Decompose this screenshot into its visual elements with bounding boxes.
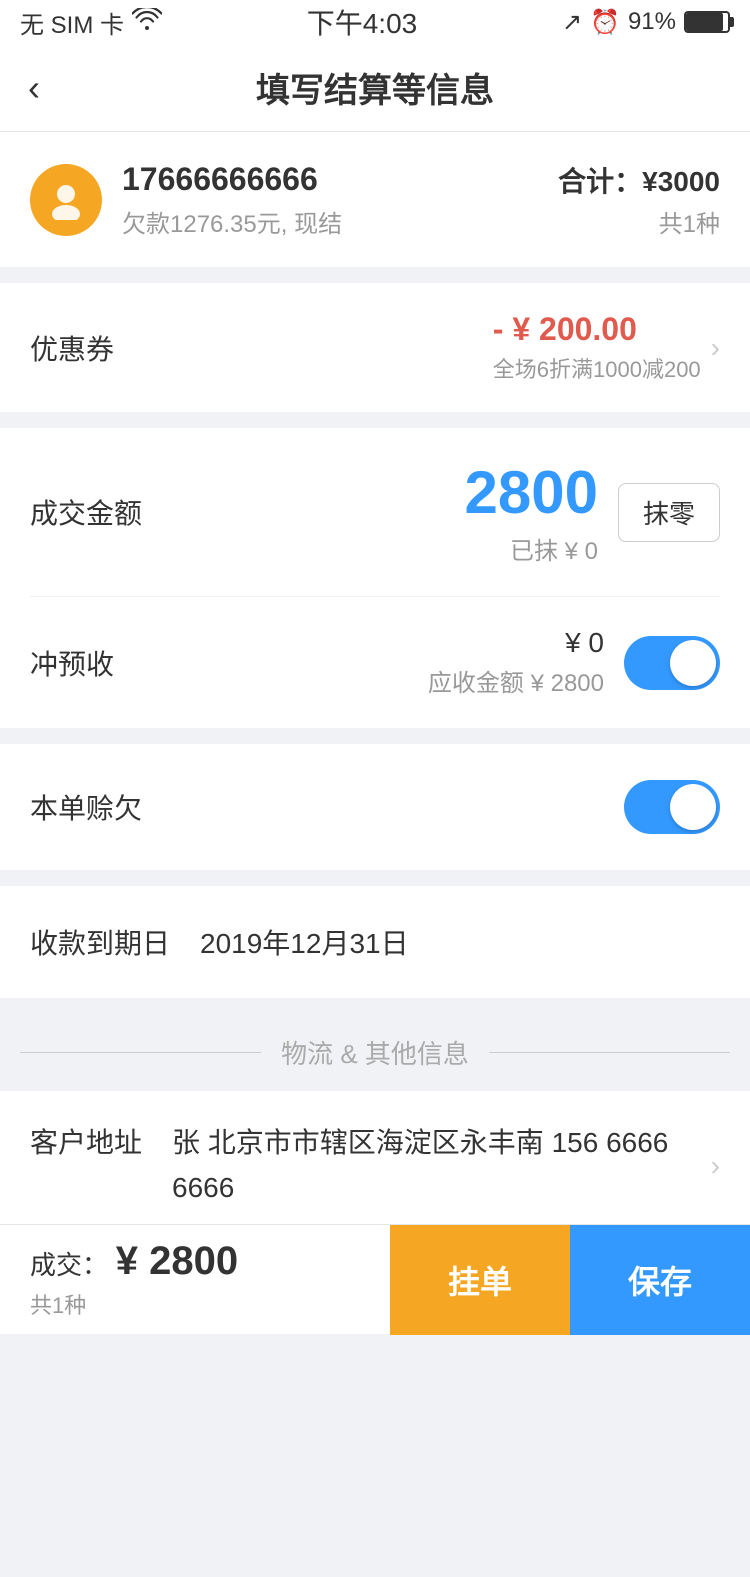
duedate-row: 收款到期日 2019年12月31日 <box>30 886 720 998</box>
content-area: 17666666666 欠款1276.35元, 现结 合计：¥3000 共1种 … <box>0 132 750 1577</box>
bottom-deal-amount: ¥ 2800 <box>116 1239 238 1283</box>
back-button[interactable]: ‹ <box>28 67 40 109</box>
battery-fill <box>686 13 723 31</box>
coupon-chevron-icon: › <box>711 332 720 364</box>
address-section: 客户地址 张 北京市市辖区海淀区永丰南 156 6666 6666 › <box>0 1091 750 1241</box>
customer-owe: 欠款1276.35元, 现结 <box>122 204 342 239</box>
avatar <box>30 164 102 236</box>
nav-bar: ‹ 填写结算等信息 <box>0 44 750 132</box>
debt-toggle-knob <box>670 784 716 830</box>
status-right: ↗ ⏰ 91% <box>562 8 730 37</box>
bottom-deal-row: 成交： ¥ 2800 <box>30 1239 360 1284</box>
transaction-label: 成交金额 <box>30 492 142 532</box>
customer-info: 17666666666 欠款1276.35元, 现结 <box>122 161 342 239</box>
coupon-right: - ¥ 200.00 全场6折满1000减200 › <box>493 311 720 384</box>
precollect-row: 冲预收 ¥ 0 应收金额 ¥ 2800 <box>30 597 720 728</box>
precollect-toggle[interactable] <box>624 636 720 690</box>
location-icon: ↗ <box>562 8 582 37</box>
debt-row: 本单赊欠 <box>30 744 720 870</box>
address-label: 客户地址 <box>30 1121 142 1161</box>
page-title: 填写结算等信息 <box>256 63 494 112</box>
precollect-sub-amount: 应收金额 ¥ 2800 <box>428 663 604 698</box>
coupon-discount: - ¥ 200.00 <box>493 311 701 348</box>
coupon-label: 优惠券 <box>30 328 114 368</box>
customer-card: 17666666666 欠款1276.35元, 现结 合计：¥3000 共1种 <box>0 132 750 267</box>
customer-phone: 17666666666 <box>122 161 342 198</box>
bottom-deal-label: 成交： <box>30 1250 108 1280</box>
alarm-icon: ⏰ <box>590 8 620 37</box>
bottom-bar: 成交： ¥ 2800 共1种 挂单 保存 <box>0 1224 750 1334</box>
divider-line-right <box>489 1052 730 1053</box>
precollect-right: ¥ 0 应收金额 ¥ 2800 <box>428 627 720 698</box>
transaction-amount-wrap: 2800 已抹 ¥ 0 <box>465 458 598 566</box>
save-button[interactable]: 保存 <box>570 1225 750 1335</box>
transaction-section: 成交金额 2800 已抹 ¥ 0 抹零 冲预收 ¥ 0 应收金额 ¥ 2800 <box>0 428 750 728</box>
customer-total: 合计：¥3000 共1种 <box>558 160 720 239</box>
logistics-divider: 物流 & 其他信息 <box>0 1014 750 1091</box>
total-count: 共1种 <box>558 204 720 239</box>
address-chevron-icon: › <box>711 1150 720 1182</box>
battery-bar <box>684 11 730 33</box>
bottom-count: 共1种 <box>30 1288 360 1320</box>
bottom-summary: 成交： ¥ 2800 共1种 <box>0 1239 390 1320</box>
debt-section: 本单赊欠 <box>0 744 750 870</box>
coupon-desc: 全场6折满1000减200 <box>493 352 701 384</box>
transaction-row: 成交金额 2800 已抹 ¥ 0 抹零 <box>30 428 720 597</box>
hold-button[interactable]: 挂单 <box>390 1225 570 1335</box>
status-left: 无 SIM 卡 <box>20 5 162 40</box>
debt-toggle[interactable] <box>624 780 720 834</box>
coupon-info: - ¥ 200.00 全场6折满1000减200 <box>493 311 701 384</box>
duedate-value: 2019年12月31日 <box>200 922 409 962</box>
precollect-amounts: ¥ 0 应收金额 ¥ 2800 <box>428 627 604 698</box>
total-amount: 合计：¥3000 <box>558 160 720 200</box>
duedate-label: 收款到期日 <box>30 922 170 962</box>
sim-label: 无 SIM 卡 <box>20 5 124 40</box>
round-button[interactable]: 抹零 <box>618 483 720 542</box>
address-row[interactable]: 客户地址 张 北京市市辖区海淀区永丰南 156 6666 6666 › <box>30 1091 720 1241</box>
toggle-knob <box>670 640 716 686</box>
precollect-label: 冲预收 <box>30 643 114 683</box>
status-bar: 无 SIM 卡 下午4:03 ↗ ⏰ 91% <box>0 0 750 44</box>
address-content: 张 北京市市辖区海淀区永丰南 156 6666 6666 <box>172 1121 711 1211</box>
customer-left: 17666666666 欠款1276.35元, 现结 <box>30 161 342 239</box>
duedate-section: 收款到期日 2019年12月31日 <box>0 886 750 998</box>
divider-line-left <box>20 1052 261 1053</box>
battery-percent: 91% <box>628 8 676 36</box>
wifi-icon <box>132 8 162 37</box>
debt-label: 本单赊欠 <box>30 787 142 827</box>
status-time: 下午4:03 <box>307 2 418 42</box>
divider-text: 物流 & 其他信息 <box>281 1034 469 1071</box>
coupon-row[interactable]: 优惠券 - ¥ 200.00 全场6折满1000减200 › <box>0 283 750 412</box>
transaction-sub: 已抹 ¥ 0 <box>465 531 598 566</box>
transaction-amount: 2800 <box>465 459 598 526</box>
transaction-right: 2800 已抹 ¥ 0 抹零 <box>465 458 721 566</box>
precollect-main-amount: ¥ 0 <box>428 627 604 659</box>
